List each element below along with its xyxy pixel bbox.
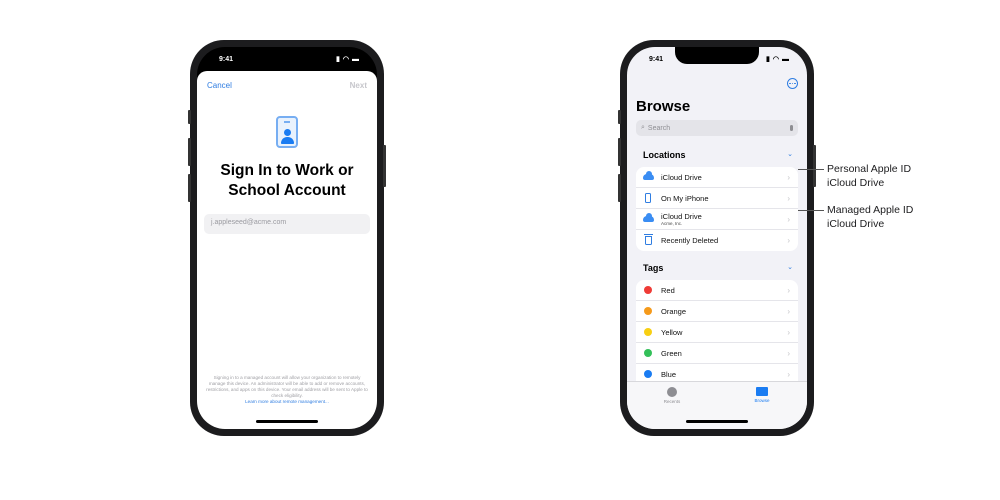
iphone-icon (642, 193, 654, 203)
tag-label: Orange (661, 306, 687, 316)
tag-item[interactable]: Yellow › (636, 322, 798, 343)
battery-icon: ▬ (782, 55, 789, 63)
signal-icon: ▮ (336, 56, 340, 63)
chevron-right-icon: › (787, 172, 790, 182)
side-button (383, 145, 386, 187)
tab-label: Browse (754, 398, 770, 403)
sign-in-sheet: Cancel Next Sign In to Work or School Ac… (197, 71, 377, 429)
tag-item[interactable]: Orange › (636, 301, 798, 322)
location-label: On My iPhone (661, 193, 709, 203)
search-icon: ⌕ (641, 124, 645, 131)
phone-sign-in: 9:41 ▮ ◠ ▬ Cancel Next Sign In to Work o… (188, 40, 386, 436)
callout-line (798, 210, 824, 211)
wifi-icon: ◠ (342, 56, 349, 63)
chevron-right-icon: › (787, 193, 790, 203)
tags-header[interactable]: Tags ⌄ (643, 263, 793, 273)
phone-files: 9:41 ▮ ◠ ▬ Browse ⌕ Search Locations ⌄ i… (618, 40, 816, 436)
location-item[interactable]: iCloud Drive Acme, Inc. › (636, 209, 798, 230)
side-button (188, 110, 191, 124)
tag-item[interactable]: Green › (636, 343, 798, 364)
sheet-nav: Cancel Next (197, 71, 377, 100)
trash-icon (642, 234, 654, 245)
tag-dot-icon (642, 349, 654, 357)
notch (675, 47, 759, 64)
home-indicator (686, 420, 748, 423)
battery-icon: ▬ (352, 55, 359, 63)
cancel-button[interactable]: Cancel (207, 81, 232, 90)
chevron-down-icon[interactable]: ⌄ (787, 263, 793, 273)
side-button (618, 174, 621, 202)
tab-label: Recents (663, 399, 681, 404)
tag-dot-icon (642, 370, 654, 378)
search-input[interactable]: ⌕ Search (636, 120, 798, 136)
fine-print-text: Signing in to a managed account will all… (206, 375, 368, 398)
folder-icon (756, 387, 768, 396)
side-button (618, 138, 621, 166)
tag-label: Blue (661, 369, 677, 379)
tag-item[interactable]: Red › (636, 280, 798, 301)
fine-print: Signing in to a managed account will all… (205, 375, 369, 405)
clock-icon (667, 387, 677, 397)
status-icons: ▮ ◠ ▬ (336, 55, 359, 64)
callout-line2: iCloud Drive (827, 217, 885, 230)
home-indicator (256, 420, 318, 423)
chevron-down-icon[interactable]: ⌄ (787, 150, 793, 160)
side-button (188, 174, 191, 202)
location-label: iCloud Drive (661, 212, 702, 221)
tags-header-label: Tags (643, 263, 664, 273)
chevron-right-icon: › (787, 369, 790, 379)
location-text: iCloud Drive Acme, Inc. (661, 212, 702, 226)
status-time: 9:41 (649, 55, 664, 63)
microphone-icon[interactable] (790, 125, 793, 131)
learn-more-link[interactable]: Learn more about remote management... (205, 399, 369, 405)
page-title: Browse (636, 98, 691, 115)
cloud-icon (642, 213, 654, 222)
screen: 9:41 ▮ ◠ ▬ Browse ⌕ Search Locations ⌄ i… (627, 47, 807, 429)
more-options-icon[interactable] (787, 78, 798, 89)
tag-dot-icon (642, 307, 654, 315)
search-placeholder: Search (647, 124, 671, 132)
next-button[interactable]: Next (350, 81, 367, 90)
sign-in-title: Sign In to Work or School Account (220, 162, 354, 199)
chevron-right-icon: › (787, 236, 790, 245)
side-button (813, 145, 816, 187)
email-field[interactable]: j.appleseed@acme.com (204, 214, 370, 234)
callout-line1: Personal Apple ID (827, 163, 912, 175)
locations-list: iCloud Drive › On My iPhone › iCloud Dri… (636, 167, 798, 251)
tag-label: Yellow (661, 327, 683, 337)
locations-header-label: Locations (643, 150, 686, 160)
status-icons: ▮ ◠ ▬ (766, 55, 789, 64)
callout-line2: iCloud Drive (827, 176, 885, 189)
side-button (188, 138, 191, 166)
chevron-right-icon: › (787, 306, 790, 316)
side-button (618, 110, 621, 124)
notch (245, 47, 329, 64)
tag-dot-icon (642, 286, 654, 294)
cloud-icon (642, 171, 654, 180)
chevron-right-icon: › (787, 214, 790, 224)
location-sublabel: Acme, Inc. (661, 221, 683, 226)
signal-icon: ▮ (766, 56, 770, 63)
tag-label: Green (661, 348, 682, 358)
callout-line (798, 169, 824, 170)
chevron-right-icon: › (787, 285, 790, 295)
wifi-icon: ◠ (772, 56, 779, 63)
locations-header[interactable]: Locations ⌄ (643, 150, 793, 160)
tag-dot-icon (642, 328, 654, 336)
location-item[interactable]: On My iPhone › (636, 188, 798, 209)
status-time: 9:41 (219, 55, 234, 63)
id-badge-icon (276, 116, 298, 148)
screen: 9:41 ▮ ◠ ▬ Cancel Next Sign In to Work o… (197, 47, 377, 429)
location-item[interactable]: Recently Deleted › (636, 230, 798, 251)
callout-managed: Managed Apple ID iCloud Drive (827, 204, 913, 231)
location-label: iCloud Drive (661, 172, 702, 182)
location-item[interactable]: iCloud Drive › (636, 167, 798, 188)
callout-personal: Personal Apple ID iCloud Drive (827, 163, 911, 190)
chevron-right-icon: › (787, 348, 790, 358)
tag-label: Red (661, 285, 675, 295)
callout-line1: Managed Apple ID (827, 204, 914, 216)
location-label: Recently Deleted (661, 236, 719, 245)
chevron-right-icon: › (787, 327, 790, 337)
